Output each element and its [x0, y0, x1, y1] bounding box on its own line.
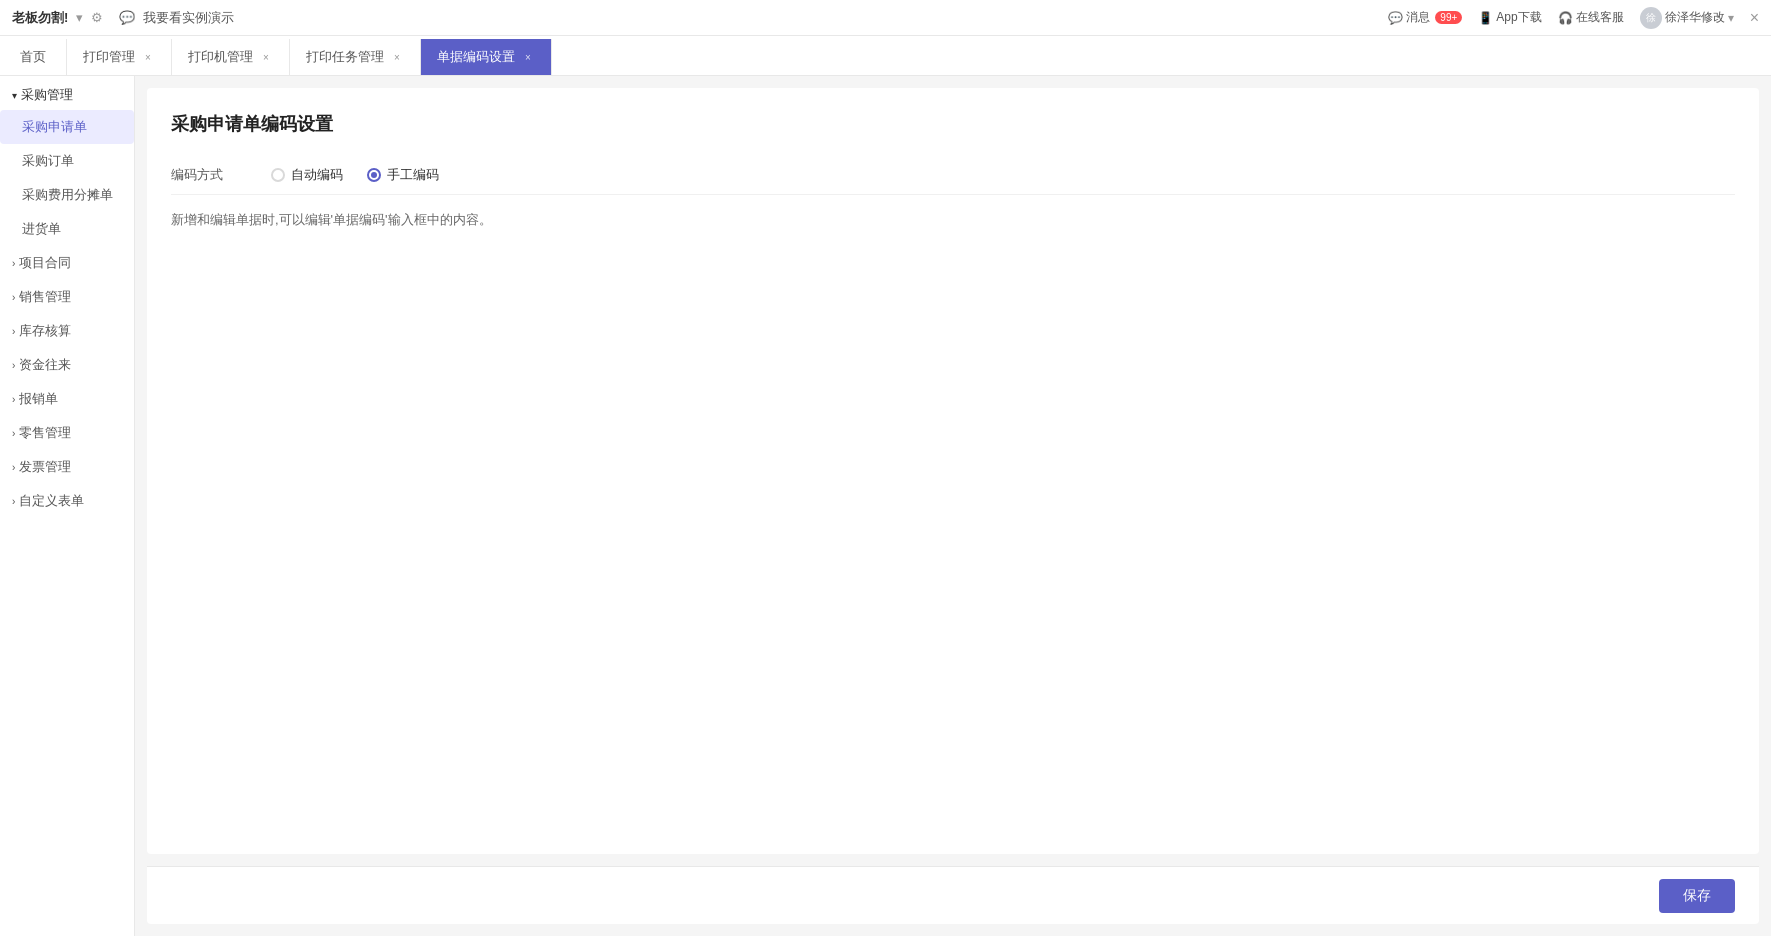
top-bar: 老板勿割! ▾ ⚙ 💬 我要看实例演示 💬 消息 99+ 📱 App下载 🎧 在… — [0, 0, 1771, 36]
app-download-button[interactable]: 📱 App下载 — [1478, 9, 1541, 26]
chevron-right-icon: › — [12, 394, 15, 405]
page-title: 采购申请单编码设置 — [171, 112, 1735, 136]
close-tab-print-task-mgmt[interactable]: × — [390, 50, 404, 64]
top-bar-left: 老板勿割! ▾ ⚙ 💬 我要看实例演示 — [12, 9, 234, 27]
chevron-right-icon: › — [12, 326, 15, 337]
radio-manual-encoding[interactable]: 手工编码 — [367, 166, 439, 184]
sidebar: ▾ 采购管理 采购申请单 采购订单 采购费用分摊单 进货单 › 项目合同 › 销… — [0, 76, 135, 936]
sidebar-item-purchase-expense[interactable]: 采购费用分摊单 — [0, 178, 134, 212]
chevron-right-icon: › — [12, 496, 15, 507]
online-service-button[interactable]: 🎧 在线客服 — [1558, 9, 1624, 26]
sidebar-group-return-sales[interactable]: › 报销单 — [0, 382, 134, 416]
user-profile-button[interactable]: 徐 徐泽华修改 ▾ — [1640, 7, 1734, 29]
tab-home[interactable]: 首页 — [0, 39, 67, 75]
encoding-row: 编码方式 自动编码 手工编码 — [171, 156, 1735, 195]
top-bar-right: 💬 消息 99+ 📱 App下载 🎧 在线客服 徐 徐泽华修改 ▾ × — [1388, 7, 1759, 29]
sidebar-group-project-contract[interactable]: › 项目合同 — [0, 246, 134, 280]
chevron-right-icon: › — [12, 462, 15, 473]
sidebar-item-purchase-order[interactable]: 采购订单 — [0, 144, 134, 178]
content-area: 采购申请单编码设置 编码方式 自动编码 手工编码 新增和编辑单据时,可以编辑'单… — [135, 76, 1771, 936]
sidebar-group-fund-flow[interactable]: › 资金往来 — [0, 348, 134, 382]
save-button[interactable]: 保存 — [1659, 879, 1735, 913]
top-bar-close-button[interactable]: × — [1750, 9, 1759, 27]
tab-print-task-mgmt[interactable]: 打印任务管理 × — [290, 39, 421, 75]
description-text: 新增和编辑单据时,可以编辑'单据编码'输入框中的内容。 — [171, 211, 1735, 229]
logo-text: 老板勿割! — [12, 9, 68, 27]
close-tab-single-code-settings[interactable]: × — [521, 50, 535, 64]
sidebar-group-purchase-mgmt[interactable]: ▾ 采购管理 — [0, 76, 134, 110]
radio-circle-auto[interactable] — [271, 168, 285, 182]
app-icon: 📱 — [1478, 11, 1493, 25]
gear-icon[interactable]: ⚙ — [91, 10, 103, 25]
sidebar-item-stock-in[interactable]: 进货单 — [0, 212, 134, 246]
sidebar-group-custom-form[interactable]: › 自定义表单 — [0, 484, 134, 518]
encoding-label: 编码方式 — [171, 166, 231, 184]
user-chevron-icon: ▾ — [1728, 11, 1734, 25]
chevron-right-icon: › — [12, 292, 15, 303]
sidebar-group-sales-mgmt[interactable]: › 销售管理 — [0, 280, 134, 314]
radio-auto-encoding[interactable]: 自动编码 — [271, 166, 343, 184]
message-icon: 💬 — [1388, 11, 1403, 25]
message-badge: 99+ — [1435, 11, 1462, 24]
chevron-right-icon: › — [12, 258, 15, 269]
sidebar-item-purchase-request[interactable]: 采购申请单 — [0, 110, 134, 144]
sidebar-group-inventory[interactable]: › 库存核算 — [0, 314, 134, 348]
tab-print-mgmt[interactable]: 打印管理 × — [67, 39, 172, 75]
radio-circle-manual[interactable] — [367, 168, 381, 182]
message-button[interactable]: 💬 消息 99+ — [1388, 9, 1462, 26]
avatar: 徐 — [1640, 7, 1662, 29]
headset-icon: 🎧 — [1558, 11, 1573, 25]
content-inner: 采购申请单编码设置 编码方式 自动编码 手工编码 新增和编辑单据时,可以编辑'单… — [147, 88, 1759, 854]
chevron-down-icon: ▾ — [12, 90, 17, 101]
sidebar-group-retail-mgmt[interactable]: › 零售管理 — [0, 416, 134, 450]
chevron-right-icon: › — [12, 360, 15, 371]
bottom-bar: 保存 — [147, 866, 1759, 924]
close-tab-print-mgmt[interactable]: × — [141, 50, 155, 64]
main-layout: ▾ 采购管理 采购申请单 采购订单 采购费用分摊单 进货单 › 项目合同 › 销… — [0, 76, 1771, 936]
tab-printer-mgmt[interactable]: 打印机管理 × — [172, 39, 290, 75]
chevron-down-icon[interactable]: ▾ — [76, 10, 83, 25]
chevron-right-icon: › — [12, 428, 15, 439]
radio-group-encoding: 自动编码 手工编码 — [271, 166, 439, 184]
example-link[interactable]: 我要看实例演示 — [143, 9, 234, 27]
example-link-icon: 💬 — [119, 10, 135, 25]
close-tab-printer-mgmt[interactable]: × — [259, 50, 273, 64]
tab-single-code-settings[interactable]: 单据编码设置 × — [421, 39, 552, 75]
tab-bar: 首页 打印管理 × 打印机管理 × 打印任务管理 × 单据编码设置 × — [0, 36, 1771, 76]
sidebar-group-invoice-mgmt[interactable]: › 发票管理 — [0, 450, 134, 484]
